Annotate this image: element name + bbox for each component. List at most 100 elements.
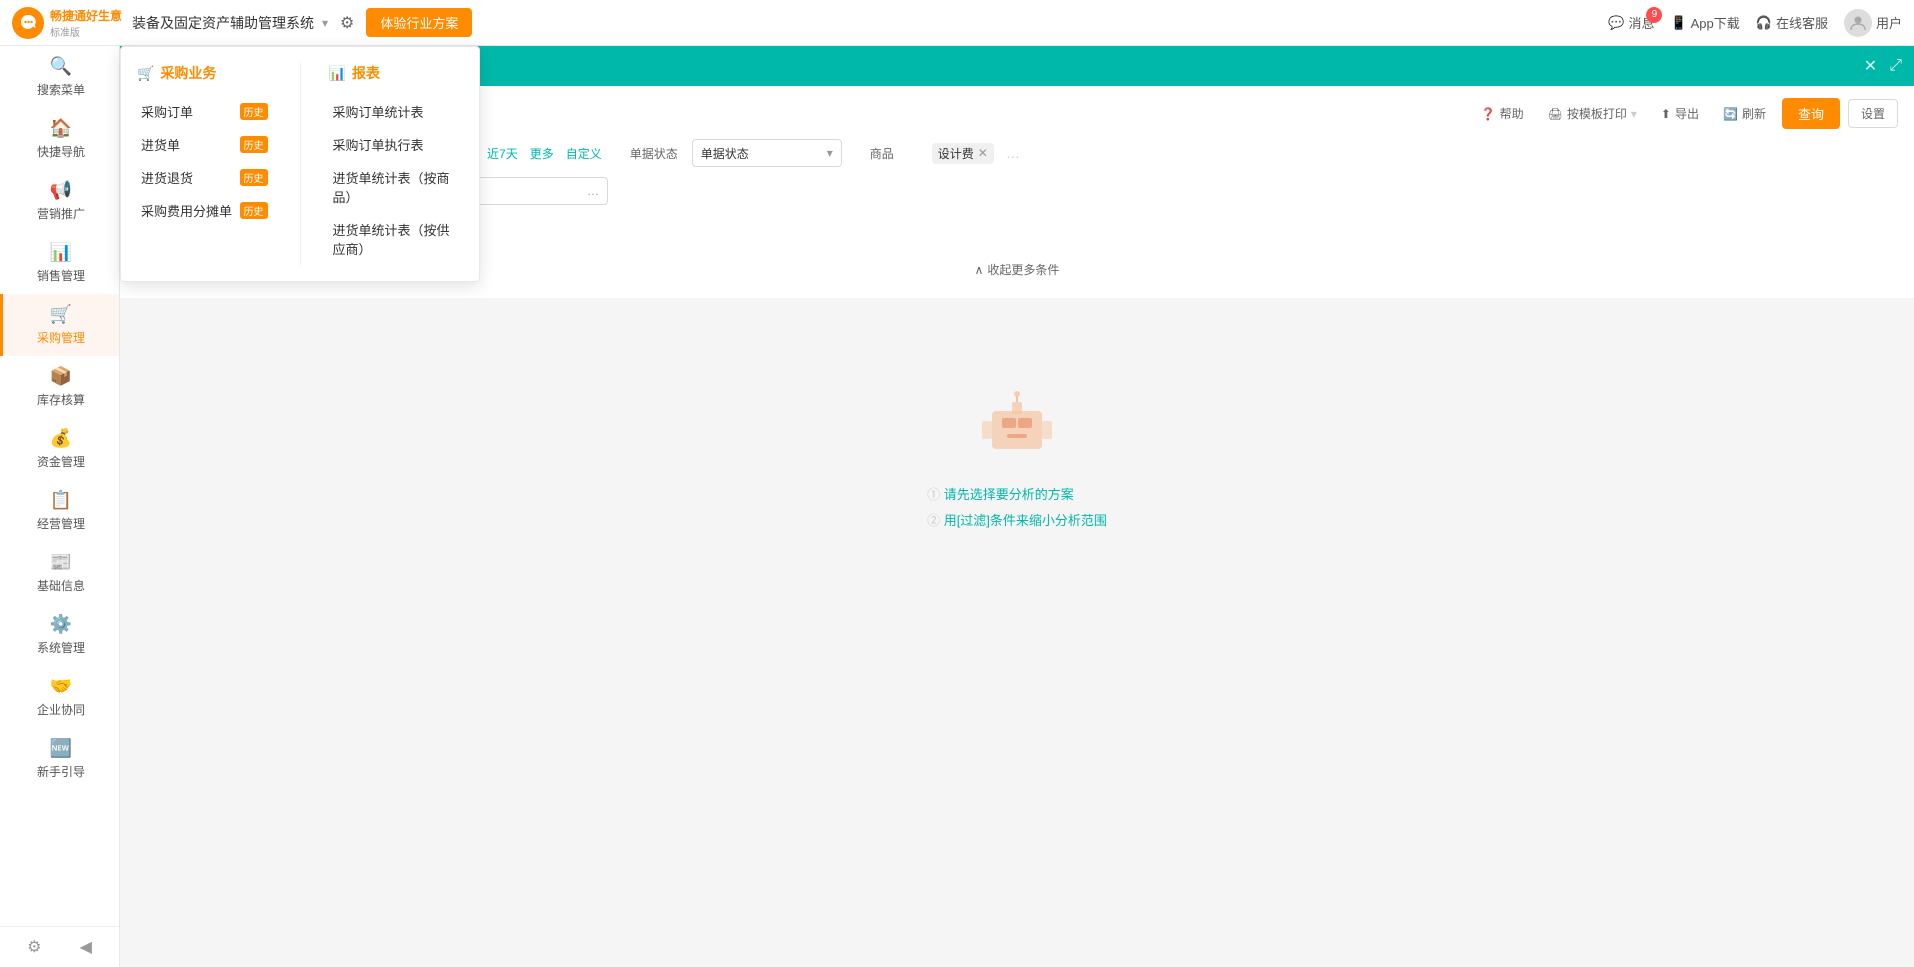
sidebar-item-corp-label: 企业协同 xyxy=(37,701,85,718)
online-service-btn[interactable]: 🎧 在线客服 xyxy=(1756,13,1828,32)
preset-custom[interactable]: 自定义 xyxy=(566,145,602,162)
tab-spacer xyxy=(292,46,1852,86)
notifications-btn[interactable]: 💬 消息 9 xyxy=(1608,13,1654,32)
print-icon: 🖨 xyxy=(1548,107,1563,121)
sidebar-collapse-icon[interactable]: ◀ xyxy=(80,937,92,957)
preset-7days[interactable]: 近7天 xyxy=(487,145,518,162)
doc-status-select[interactable]: 单据状态 ▾ xyxy=(692,139,842,167)
sidebar-item-guide[interactable]: 🆕 新手引导 xyxy=(0,728,119,790)
sidebar-item-purchase-label: 采购管理 xyxy=(37,329,85,346)
sidebar-bottom: ⚙ ◀ xyxy=(0,926,119,967)
export-btn[interactable]: ⬆ 导出 xyxy=(1653,101,1707,126)
sidebar-item-search[interactable]: 🔍 搜索菜单 xyxy=(0,46,119,108)
user-btn[interactable]: 用户 xyxy=(1844,9,1902,37)
dropdown-purchase-expense[interactable]: 采购费用分摊单 历史 xyxy=(137,194,272,227)
sidebar-item-system[interactable]: ⚙️ 系统管理 xyxy=(0,604,119,666)
sidebar-item-inventory[interactable]: 📦 库存核算 xyxy=(0,356,119,418)
message-icon: 💬 xyxy=(1608,15,1624,31)
user-label: 用户 xyxy=(1876,13,1902,32)
home-icon: 🏠 xyxy=(50,118,72,139)
finance-icon: 💰 xyxy=(50,428,72,449)
preset-more[interactable]: 更多 xyxy=(530,145,554,162)
dropdown-divider xyxy=(300,63,301,265)
industry-btn[interactable]: 体验行业方案 xyxy=(366,8,472,37)
tab-close-btn[interactable]: ✕ xyxy=(1860,52,1881,80)
help-icon: ❓ xyxy=(1481,107,1496,121)
goods-tag-value: 设计费 xyxy=(938,145,974,162)
phone-icon: 📱 xyxy=(1670,15,1686,31)
export-label: 导出 xyxy=(1675,105,1699,122)
logo-badge: 标准版 xyxy=(50,24,122,39)
sidebar-item-quick-nav[interactable]: 🏠 快捷导航 xyxy=(0,108,119,170)
dropdown-purchase-title: 🛒 采购业务 xyxy=(137,63,272,83)
logo-area: 畅捷通好生意 标准版 xyxy=(12,7,132,39)
notifications-badge: 9 xyxy=(1646,7,1662,23)
header-right: 💬 消息 9 📱 App下载 🎧 在线客服 用户 xyxy=(1608,9,1902,37)
sidebar-item-basic-info-label: 基础信息 xyxy=(37,577,85,594)
guide-icon: 🆕 xyxy=(50,738,72,759)
goods-tag-close[interactable]: ✕ xyxy=(978,146,988,160)
empty-icon xyxy=(977,386,1057,466)
print-btn[interactable]: 🖨 按模板打印 ▾ xyxy=(1540,101,1645,126)
dropdown-purchase-col: 🛒 采购业务 采购订单 历史 进货单 历史 进货退货 历史 采购费用分摊单 历史 xyxy=(137,63,272,265)
dropdown-purchase-order-exec[interactable]: 采购订单执行表 xyxy=(329,128,464,161)
sidebar: 🔍 搜索菜单 🏠 快捷导航 📢 营销推广 📊 销售管理 🛒 采购管理 📦 库存核… xyxy=(0,46,120,967)
empty-hint-1: ① 请先选择要分析的方案 xyxy=(927,482,1107,508)
salesperson-select[interactable]: … xyxy=(468,177,608,205)
sidebar-item-corp[interactable]: 🤝 企业协同 xyxy=(0,666,119,728)
goods-label: 商品 xyxy=(870,145,920,162)
sidebar-item-finance[interactable]: 💰 资金管理 xyxy=(0,418,119,480)
doc-status-label: 单据状态 xyxy=(630,145,680,162)
basic-info-icon: 📰 xyxy=(50,552,72,573)
empty-state: ① 请先选择要分析的方案 ② 用[过滤]条件来缩小分析范围 xyxy=(120,306,1914,614)
corp-icon: 🤝 xyxy=(50,676,72,697)
logo-icon xyxy=(12,7,44,39)
sidebar-item-purchase[interactable]: 🛒 采购管理 xyxy=(0,294,119,356)
top-header: 畅捷通好生意 标准版 装备及固定资产辅助管理系统 ▾ ⚙ 体验行业方案 💬 消息… xyxy=(0,0,1914,46)
dropdown-goods-return[interactable]: 进货退货 历史 xyxy=(137,161,272,194)
sidebar-item-basic-info[interactable]: 📰 基础信息 xyxy=(0,542,119,604)
tab-actions: ✕ ⤢ xyxy=(1852,46,1914,86)
sidebar-item-quick-nav-label: 快捷导航 xyxy=(37,143,85,160)
help-label: 帮助 xyxy=(1500,105,1524,122)
system-title: 装备及固定资产辅助管理系统 ▾ ⚙ xyxy=(132,13,354,33)
collapse-label: 收起更多条件 xyxy=(987,261,1059,278)
sidebar-item-system-label: 系统管理 xyxy=(37,639,85,656)
dropdown-report-icon: 📊 xyxy=(329,65,346,82)
settings-icon[interactable]: ⚙ xyxy=(340,13,354,33)
history-badge-goods-receipt: 历史 xyxy=(240,136,268,153)
tab-expand-btn[interactable]: ⤢ xyxy=(1885,53,1906,79)
app-download-label: App下载 xyxy=(1691,13,1740,32)
dropdown-goods-receipt[interactable]: 进货单 历史 xyxy=(137,128,272,161)
sidebar-item-inventory-label: 库存核算 xyxy=(37,391,85,408)
sidebar-item-operation[interactable]: 📋 经营管理 xyxy=(0,480,119,542)
logo-title: 畅捷通好生意 xyxy=(50,7,122,24)
dropdown-purchase-order[interactable]: 采购订单 历史 xyxy=(137,95,272,128)
inventory-icon: 📦 xyxy=(50,366,72,387)
dropdown-purchase-icon: 🛒 xyxy=(137,65,154,82)
dropdown-purchase-order-stat[interactable]: 采购订单统计表 xyxy=(329,95,464,128)
dropdown-goods-stat-by-goods[interactable]: 进货单统计表（按商品） xyxy=(329,161,464,213)
toolbar-right: ❓ 帮助 🖨 按模板打印 ▾ ⬆ 导出 🔄 xyxy=(1473,98,1898,129)
system-title-arrow[interactable]: ▾ xyxy=(322,16,328,30)
query-btn[interactable]: 查询 xyxy=(1782,98,1840,129)
sidebar-item-operation-label: 经营管理 xyxy=(37,515,85,532)
sidebar-settings-icon[interactable]: ⚙ xyxy=(27,937,41,957)
goods-more[interactable]: … xyxy=(1006,145,1020,161)
sidebar-item-sales[interactable]: 📊 销售管理 xyxy=(0,232,119,294)
set-btn[interactable]: 设置 xyxy=(1848,99,1898,128)
purchase-dropdown: 🛒 采购业务 采购订单 历史 进货单 历史 进货退货 历史 采购费用分摊单 历史… xyxy=(120,46,480,282)
app-download-btn[interactable]: 📱 App下载 xyxy=(1670,13,1739,32)
refresh-btn[interactable]: 🔄 刷新 xyxy=(1715,101,1774,126)
avatar xyxy=(1844,9,1872,37)
sidebar-item-marketing[interactable]: 📢 营销推广 xyxy=(0,170,119,232)
online-service-label: 在线客服 xyxy=(1776,13,1828,32)
doc-status-arrow: ▾ xyxy=(827,146,833,160)
refresh-icon: 🔄 xyxy=(1723,107,1738,121)
sidebar-item-sales-label: 销售管理 xyxy=(37,267,85,284)
help-btn[interactable]: ❓ 帮助 xyxy=(1473,101,1532,126)
print-label: 按模板打印 xyxy=(1567,105,1627,122)
system-icon: ⚙️ xyxy=(50,614,72,635)
dropdown-goods-stat-by-supplier[interactable]: 进货单统计表（按供应商） xyxy=(329,213,464,265)
collapse-up-icon: ∧ xyxy=(975,263,984,277)
